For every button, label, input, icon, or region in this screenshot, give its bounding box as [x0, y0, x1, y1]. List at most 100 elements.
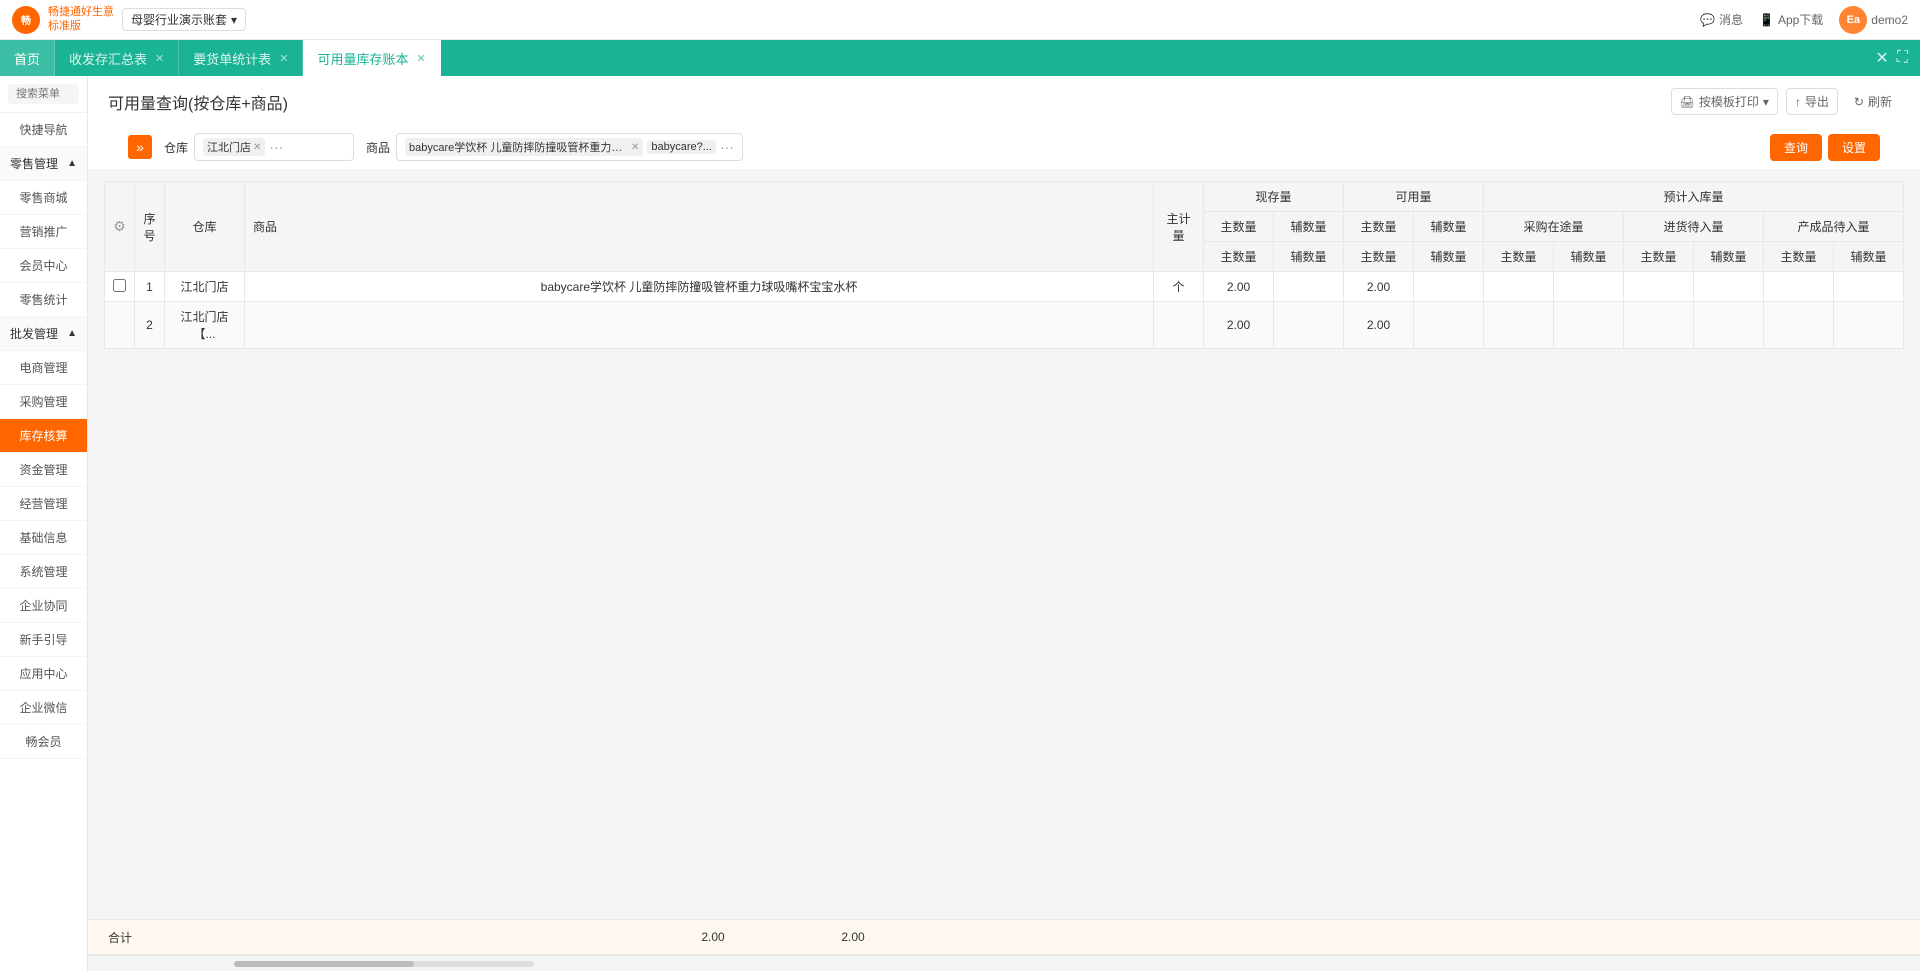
table-settings-icon[interactable]: ⚙	[113, 218, 126, 234]
sidebar-item-retail-shop[interactable]: 零售商城	[0, 181, 87, 215]
app-download-button[interactable]: 📱 App下载	[1759, 11, 1823, 28]
top-bar: 畅 畅捷通好生意 标准版 母婴行业演示账套 ▾ 💬 消息 📱 App下载 Ea …	[0, 0, 1920, 40]
row-current-main: 2.00	[1204, 272, 1274, 302]
remove-product-tag1[interactable]: ✕	[631, 142, 639, 153]
row-product: babycare学饮杯 儿童防摔防撞吸管杯重力球吸嘴杯宝宝水杯	[245, 272, 1154, 302]
tab-close-icon[interactable]: ✕	[279, 52, 288, 65]
sidebar-item-ecommerce[interactable]: 电商管理	[0, 351, 87, 385]
sidebar-item-basic-info[interactable]: 基础信息	[0, 521, 87, 555]
avail-main-subheader: 主数量	[1344, 242, 1414, 272]
current-main-header: 主数量	[1204, 212, 1274, 242]
sidebar-item-marketing[interactable]: 营销推广	[0, 215, 87, 249]
row-current-sub	[1274, 272, 1344, 302]
main-layout: 快捷导航 零售管理 ▲ 零售商城 营销推广 会员中心 零售统计 批发管理 ▲ 电…	[0, 76, 1920, 971]
warehouse-tag: 江北门店 ✕	[203, 138, 265, 156]
sidebar-item-vip[interactable]: 畅会员	[0, 725, 87, 759]
nav-tabs: 首页 收发存汇总表 ✕ 要货单统计表 ✕ 可用量库存账本 ✕ ✕ ⛶	[0, 40, 1920, 76]
brand-text: 畅捷通好生意 标准版	[48, 6, 114, 32]
sidebar-item-wholesale-mgmt[interactable]: 批发管理 ▲	[0, 317, 87, 351]
settings-button[interactable]: 设置	[1828, 134, 1880, 161]
template-select[interactable]: 母婴行业演示账套 ▾	[122, 8, 246, 31]
search-input[interactable]	[8, 84, 79, 104]
sidebar-item-finance[interactable]: 资金管理	[0, 453, 87, 487]
scrollbar-area	[88, 955, 1920, 971]
app-icon: 📱	[1759, 13, 1774, 27]
footer-total: 合计 2.00 2.00	[88, 919, 1920, 955]
prod-main-subheader: 主数量	[1764, 242, 1834, 272]
pur-main-subheader: 主数量	[1484, 242, 1554, 272]
row-checkbox[interactable]	[105, 272, 135, 302]
sidebar-item-member-center[interactable]: 会员中心	[0, 249, 87, 283]
product-header: 商品	[245, 182, 1154, 272]
tab-order-stats[interactable]: 要货单统计表 ✕	[179, 40, 303, 76]
message-button[interactable]: 💬 消息	[1700, 11, 1743, 28]
export-icon: ↑	[1795, 95, 1801, 109]
refresh-button[interactable]: ↻ 刷新	[1846, 89, 1900, 114]
subtotal-current-main: 2.00	[1204, 302, 1274, 349]
filter-expand-button[interactable]: »	[128, 135, 152, 159]
logo-icon: 畅	[12, 6, 40, 34]
data-table: ⚙ 序号 仓库 商品 主计量 现存量 可用量 预计入库量 主数量 辅数量 主数量	[104, 181, 1904, 349]
checkbox[interactable]	[113, 279, 126, 292]
maximize-icon[interactable]: ⛶	[1897, 49, 1908, 67]
user-menu[interactable]: Ea demo2	[1839, 6, 1908, 34]
inc-main-subheader: 主数量	[1624, 242, 1694, 272]
message-icon: 💬	[1700, 13, 1715, 27]
product-tag-2: babycare?...	[647, 140, 716, 154]
avatar: Ea	[1839, 6, 1867, 34]
page-title: 可用量查询(按仓库+商品)	[108, 90, 288, 114]
row-avail-sub	[1414, 272, 1484, 302]
sidebar-item-retail-mgmt[interactable]: 零售管理 ▲	[0, 147, 87, 181]
tab-close-icon[interactable]: ✕	[155, 52, 164, 65]
sidebar-item-app-center[interactable]: 应用中心	[0, 657, 87, 691]
page-actions: 🖨 按模板打印 ▾ ↑ 导出 ↻ 刷新	[1671, 88, 1900, 115]
table-row: 1 江北门店 babycare学饮杯 儿童防摔防撞吸管杯重力球吸嘴杯宝宝水杯 个…	[105, 272, 1904, 302]
sidebar-item-purchase[interactable]: 采购管理	[0, 385, 87, 419]
query-button[interactable]: 查询	[1770, 134, 1822, 161]
refresh-icon: ↻	[1854, 95, 1864, 109]
tab-income-expense[interactable]: 收发存汇总表 ✕	[55, 40, 179, 76]
remove-warehouse-tag[interactable]: ✕	[253, 142, 261, 153]
tab-close-icon[interactable]: ✕	[417, 52, 426, 65]
row-unit: 个	[1154, 272, 1204, 302]
sidebar-search	[0, 76, 87, 113]
sidebar-item-system[interactable]: 系统管理	[0, 555, 87, 589]
production-header: 产成品待入量	[1764, 212, 1904, 242]
unit-header: 主计量	[1154, 182, 1204, 272]
sidebar-item-enterprise[interactable]: 企业协同	[0, 589, 87, 623]
row-no: 1	[135, 272, 165, 302]
chevron-down-icon: ▾	[231, 13, 237, 27]
export-button[interactable]: ↑ 导出	[1786, 88, 1838, 115]
sidebar-item-enterprise-wx[interactable]: 企业微信	[0, 691, 87, 725]
tab-home[interactable]: 首页	[0, 40, 55, 76]
current-stock-header: 现存量	[1204, 182, 1344, 212]
sidebar-item-quick-nav[interactable]: 快捷导航	[0, 113, 87, 147]
incoming-header: 进货待入量	[1624, 212, 1764, 242]
curr-sub-subheader: 辅数量	[1274, 242, 1344, 272]
subtotal-no: 2	[135, 302, 165, 349]
sidebar-item-new-guide[interactable]: 新手引导	[0, 623, 87, 657]
printer-icon: 🖨	[1680, 95, 1695, 109]
product-tag-1: babycare学饮杯 儿童防摔防撞吸管杯重力球吸嘴杯宝宝水杯 ✕	[405, 138, 643, 156]
subtotal-row: 2 江北门店【... 2.00 2.00	[105, 302, 1904, 349]
sidebar: 快捷导航 零售管理 ▲ 零售商城 营销推广 会员中心 零售统计 批发管理 ▲ 电…	[0, 76, 88, 971]
warehouse-input[interactable]: 江北门店 ✕ ···	[194, 133, 354, 161]
template-print-button[interactable]: 🖨 按模板打印 ▾	[1671, 88, 1778, 115]
scrollbar-thumb[interactable]	[234, 961, 414, 967]
table-area: ⚙ 序号 仓库 商品 主计量 现存量 可用量 预计入库量 主数量 辅数量 主数量	[88, 169, 1920, 919]
top-bar-right: 💬 消息 📱 App下载 Ea demo2	[1700, 6, 1908, 34]
tab-available-stock[interactable]: 可用量库存账本 ✕	[303, 40, 440, 76]
more-options-icon[interactable]: ···	[720, 139, 734, 155]
page-header: 可用量查询(按仓库+商品) 🖨 按模板打印 ▾ ↑ 导出 ↻ 刷新	[88, 76, 1920, 169]
content-area: 可用量查询(按仓库+商品) 🖨 按模板打印 ▾ ↑ 导出 ↻ 刷新	[88, 76, 1920, 971]
close-window-icon[interactable]: ✕	[1875, 48, 1888, 68]
sidebar-item-operations[interactable]: 经营管理	[0, 487, 87, 521]
subtotal-avail-main: 2.00	[1344, 302, 1414, 349]
nav-tab-end: ✕ ⛶	[1863, 48, 1920, 68]
product-input[interactable]: babycare学饮杯 儿童防摔防撞吸管杯重力球吸嘴杯宝宝水杯 ✕ babyca…	[396, 133, 743, 161]
total-label: 合计	[108, 929, 258, 946]
row-inc-sub	[1694, 272, 1764, 302]
more-options-icon[interactable]: ···	[269, 139, 283, 155]
sidebar-item-retail-stats[interactable]: 零售统计	[0, 283, 87, 317]
sidebar-item-stock[interactable]: 库存核算	[0, 419, 87, 453]
